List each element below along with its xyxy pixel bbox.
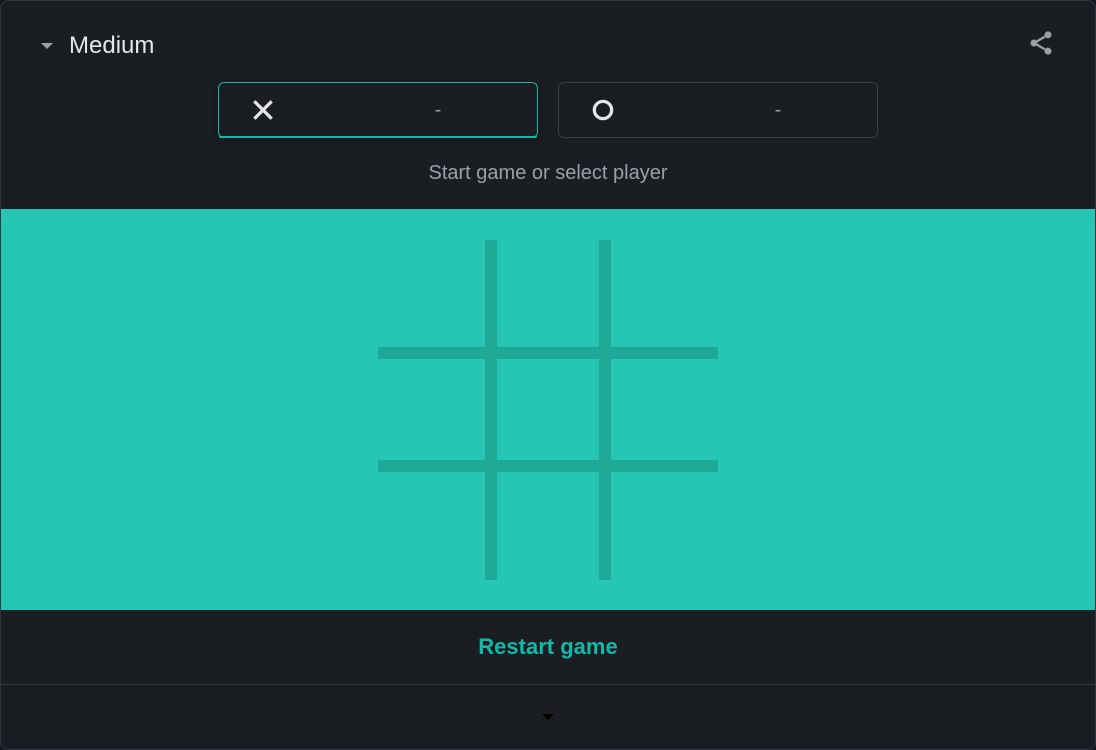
cell-6[interactable] <box>378 466 491 579</box>
player-o-score: - <box>623 99 853 122</box>
difficulty-selector[interactable]: Medium <box>41 32 154 60</box>
cell-2[interactable] <box>605 240 718 353</box>
player-x-score: - <box>283 99 513 122</box>
cell-7[interactable] <box>491 466 604 579</box>
cell-1[interactable] <box>491 240 604 353</box>
restart-button[interactable]: Restart game <box>1 610 1095 685</box>
player-tabs: - - <box>1 82 1095 138</box>
player-o-tab[interactable]: - <box>558 82 878 138</box>
game-container: Medium - <box>0 0 1096 750</box>
share-button[interactable] <box>1027 29 1055 62</box>
difficulty-label: Medium <box>69 32 154 60</box>
chevron-down-icon <box>536 705 560 729</box>
cell-5[interactable] <box>605 353 718 466</box>
cell-8[interactable] <box>605 466 718 579</box>
cell-3[interactable] <box>378 353 491 466</box>
board-area <box>1 209 1095 610</box>
status-message: Start game or select player <box>1 138 1095 209</box>
cell-0[interactable] <box>378 240 491 353</box>
share-icon <box>1027 29 1055 57</box>
expand-button[interactable] <box>1 685 1095 749</box>
x-icon <box>243 97 283 123</box>
o-icon <box>583 97 623 123</box>
dropdown-arrow-icon <box>41 43 53 49</box>
player-x-tab[interactable]: - <box>218 82 538 138</box>
header: Medium <box>1 1 1095 82</box>
cell-4[interactable] <box>491 353 604 466</box>
game-board <box>378 240 718 580</box>
